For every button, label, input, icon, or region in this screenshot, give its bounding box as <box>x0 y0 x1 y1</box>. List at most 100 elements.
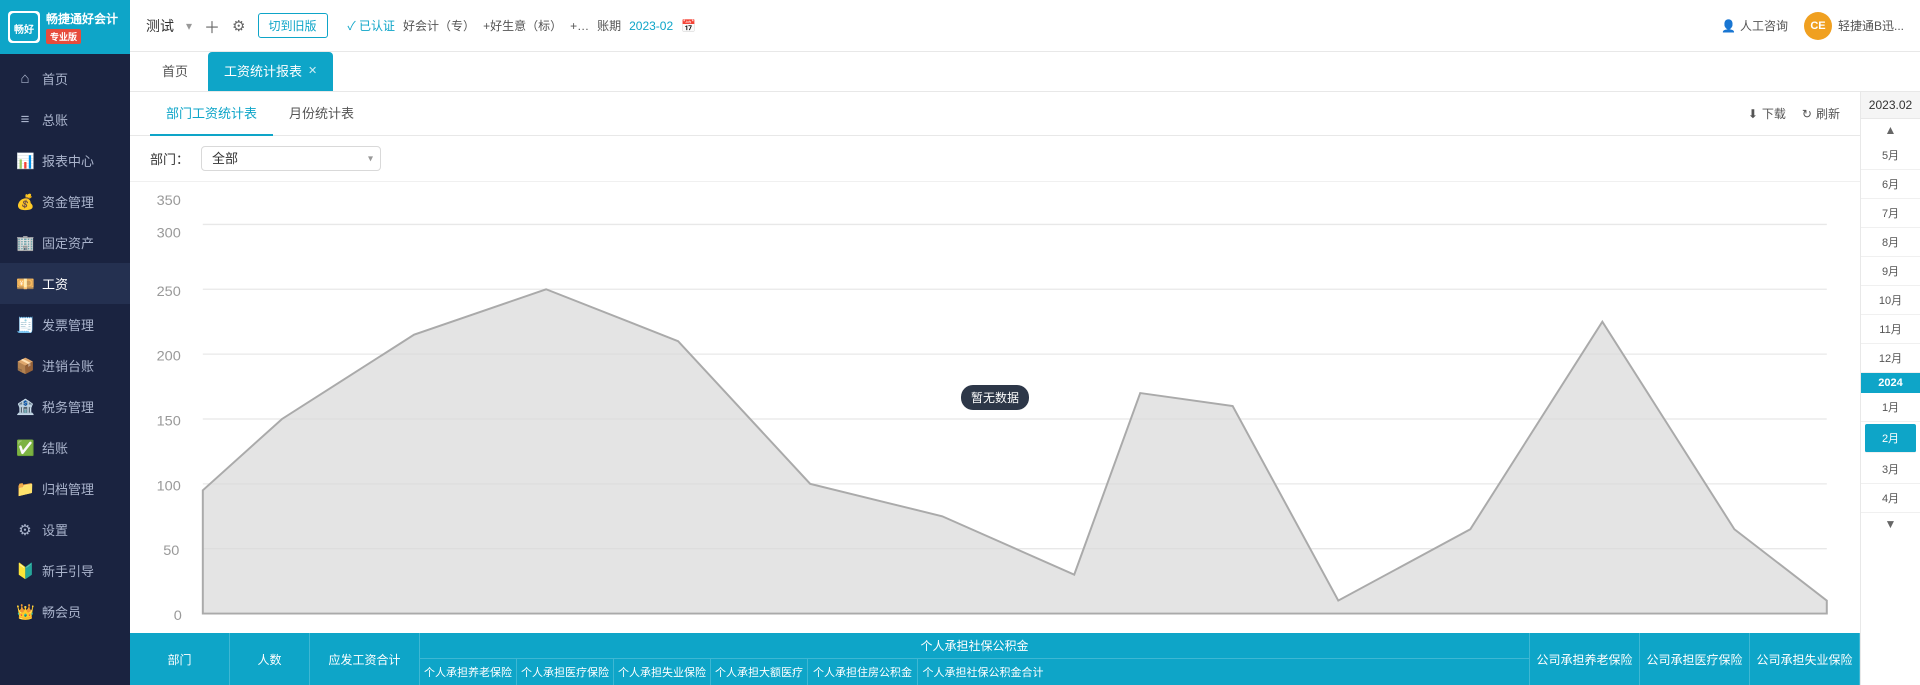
svg-text:畅好: 畅好 <box>14 23 34 36</box>
sidebar: 畅好 畅捷通好会计 专业版 ⌂ 首页 ≡ 总账 📊 报表中心 💰 资金管理 🏢 … <box>0 0 130 685</box>
settings-icon: ⚙ <box>16 521 34 539</box>
tab-salary-report[interactable]: 工资统计报表 ✕ <box>208 52 333 91</box>
th-company-unemployment: 公司承担失业保险 <box>1750 633 1860 685</box>
tab-salary-label: 工资统计报表 <box>224 61 302 80</box>
sidebar-label-fund-management: 资金管理 <box>42 192 94 211</box>
settlement-icon: ✅ <box>16 439 34 457</box>
date-nav-down[interactable]: ▼ <box>1861 513 1920 535</box>
sidebar-nav: ⌂ 首页 ≡ 总账 📊 报表中心 💰 资金管理 🏢 固定资产 💴 工资 🧾 发票… <box>0 54 130 685</box>
sidebar-item-tax[interactable]: 🏦 税务管理 <box>0 386 130 427</box>
date-item-2023-6[interactable]: 6月 <box>1861 170 1920 199</box>
date-item-2024-1[interactable]: 1月 <box>1861 393 1920 422</box>
refresh-button[interactable]: ↻ 刷新 <box>1802 105 1840 122</box>
sidebar-item-home[interactable]: ⌂ 首页 <box>0 58 130 99</box>
logo-icon: 畅好 <box>8 11 40 43</box>
report-icon: 📊 <box>16 152 34 170</box>
tab-home[interactable]: 首页 <box>146 52 204 91</box>
th-group-personal: 个人承担社保公积金 个人承担养老保险 个人承担医疗保险 个人承担失业保险 个人承… <box>420 633 1530 685</box>
sidebar-label-sales-ledger: 进销台账 <box>42 356 94 375</box>
svg-text:100: 100 <box>157 478 181 494</box>
tax-icon: 🏦 <box>16 398 34 416</box>
period-label: 账期 <box>597 17 621 34</box>
tab-bar: 首页 工资统计报表 ✕ <box>130 52 1920 92</box>
refresh-label: 刷新 <box>1816 105 1840 122</box>
add-icon[interactable]: ＋ <box>204 14 220 38</box>
help-label: 人工咨询 <box>1740 17 1788 34</box>
date-item-2024-4[interactable]: 4月 <box>1861 484 1920 513</box>
member-icon: 👑 <box>16 603 34 621</box>
company-dropdown-icon[interactable]: ▾ <box>186 19 192 33</box>
sub-tab-dept-salary[interactable]: 部门工资统计表 <box>150 92 273 136</box>
sidebar-item-salary[interactable]: 💴 工资 <box>0 263 130 304</box>
date-year-2024: 2024 <box>1861 373 1920 393</box>
sidebar-label-member: 畅会员 <box>42 602 81 621</box>
fund-icon: 💰 <box>16 193 34 211</box>
th-personal-major-medical: 个人承担大额医疗 <box>711 659 808 685</box>
svg-text:250: 250 <box>157 284 181 300</box>
th-company-pension: 公司承担养老保险 <box>1530 633 1640 685</box>
svg-text:150: 150 <box>157 414 181 430</box>
main-panel: 部门工资统计表 月份统计表 ⬇ 下载 ↻ 刷新 <box>130 92 1860 685</box>
sidebar-item-settlement[interactable]: ✅ 结账 <box>0 427 130 468</box>
sidebar-item-fixed-assets[interactable]: 🏢 固定资产 <box>0 222 130 263</box>
topbar: 测试 ▾ ＋ ⚙ 切到旧版 ✓ 已认证 好会计（专） +好生意（标） +… 账期… <box>130 0 1920 52</box>
sidebar-label-tax: 税务管理 <box>42 397 94 416</box>
sub-tab-bar: 部门工资统计表 月份统计表 ⬇ 下载 ↻ 刷新 <box>130 92 1860 136</box>
th-personal-unemployment: 个人承担失业保险 <box>614 659 711 685</box>
dept-select[interactable]: 全部 财务部 销售部 技术部 行政部 <box>201 146 381 171</box>
download-label: 下载 <box>1762 105 1786 122</box>
assets-icon: 🏢 <box>16 234 34 252</box>
tab-home-label: 首页 <box>162 61 188 80</box>
home-icon: ⌂ <box>16 70 34 87</box>
tab-close-icon[interactable]: ✕ <box>308 64 317 77</box>
topbar-right: 👤 人工咨询 CE 轻捷通B迅... <box>1721 12 1904 40</box>
date-panel-current: 2023.02 <box>1861 92 1920 119</box>
settings-gear-icon[interactable]: ⚙ <box>232 17 245 35</box>
calendar-icon[interactable]: 📅 <box>681 19 696 33</box>
download-icon: ⬇ <box>1748 107 1758 121</box>
sidebar-label-invoice: 发票管理 <box>42 315 94 334</box>
sidebar-item-general-ledger[interactable]: ≡ 总账 <box>0 99 130 140</box>
salary-chart: 0 50 100 150 200 250 300 350 <box>150 192 1840 633</box>
date-item-2024-2[interactable]: 2月 <box>1865 424 1916 453</box>
date-item-2023-7[interactable]: 7月 <box>1861 199 1920 228</box>
date-item-2023-12[interactable]: 12月 <box>1861 344 1920 373</box>
th-personal-pension: 个人承担养老保险 <box>420 659 517 685</box>
business-status: +好生意（标） <box>483 17 562 34</box>
date-item-2023-10[interactable]: 10月 <box>1861 286 1920 315</box>
date-item-2023-5[interactable]: 5月 <box>1861 141 1920 170</box>
sidebar-item-invoice[interactable]: 🧾 发票管理 <box>0 304 130 345</box>
sidebar-item-settings[interactable]: ⚙ 设置 <box>0 509 130 550</box>
invoice-icon: 🧾 <box>16 316 34 334</box>
date-nav-up[interactable]: ▲ <box>1861 119 1920 141</box>
main-content: 测试 ▾ ＋ ⚙ 切到旧版 ✓ 已认证 好会计（专） +好生意（标） +… 账期… <box>130 0 1920 685</box>
th-group-personal-label: 个人承担社保公积金 <box>420 633 1529 659</box>
sidebar-label-guide: 新手引导 <box>42 561 94 580</box>
svg-text:200: 200 <box>157 349 181 365</box>
old-version-button[interactable]: 切到旧版 <box>258 13 328 38</box>
download-button[interactable]: ⬇ 下载 <box>1748 105 1786 122</box>
content-area: 部门工资统计表 月份统计表 ⬇ 下载 ↻ 刷新 <box>130 92 1920 685</box>
help-icon: 👤 <box>1721 19 1736 33</box>
sidebar-item-report-center[interactable]: 📊 报表中心 <box>0 140 130 181</box>
date-item-2023-11[interactable]: 11月 <box>1861 315 1920 344</box>
refresh-icon: ↻ <box>1802 107 1812 121</box>
svg-text:50: 50 <box>163 543 179 559</box>
sidebar-label-fixed-assets: 固定资产 <box>42 233 94 252</box>
sidebar-item-sales-ledger[interactable]: 📦 进销台账 <box>0 345 130 386</box>
sidebar-item-archive[interactable]: 📁 归档管理 <box>0 468 130 509</box>
date-item-2023-9[interactable]: 9月 <box>1861 257 1920 286</box>
help-button[interactable]: 👤 人工咨询 <box>1721 17 1788 34</box>
sidebar-item-guide[interactable]: 🔰 新手引导 <box>0 550 130 591</box>
app-logo: 畅好 畅捷通好会计 专业版 <box>0 0 130 54</box>
date-item-2023-8[interactable]: 8月 <box>1861 228 1920 257</box>
right-date-panel: 2023.02 ▲ 5月 6月 7月 8月 9月 10月 11月 12月 202… <box>1860 92 1920 685</box>
sidebar-item-member[interactable]: 👑 畅会员 <box>0 591 130 632</box>
sub-tab-monthly[interactable]: 月份统计表 <box>273 92 370 136</box>
th-company-medical: 公司承担医疗保险 <box>1640 633 1750 685</box>
svg-text:0: 0 <box>174 608 182 624</box>
date-item-2024-3[interactable]: 3月 <box>1861 455 1920 484</box>
user-menu[interactable]: CE 轻捷通B迅... <box>1804 12 1904 40</box>
sidebar-label-settlement: 结账 <box>42 438 68 457</box>
sidebar-item-fund-management[interactable]: 💰 资金管理 <box>0 181 130 222</box>
